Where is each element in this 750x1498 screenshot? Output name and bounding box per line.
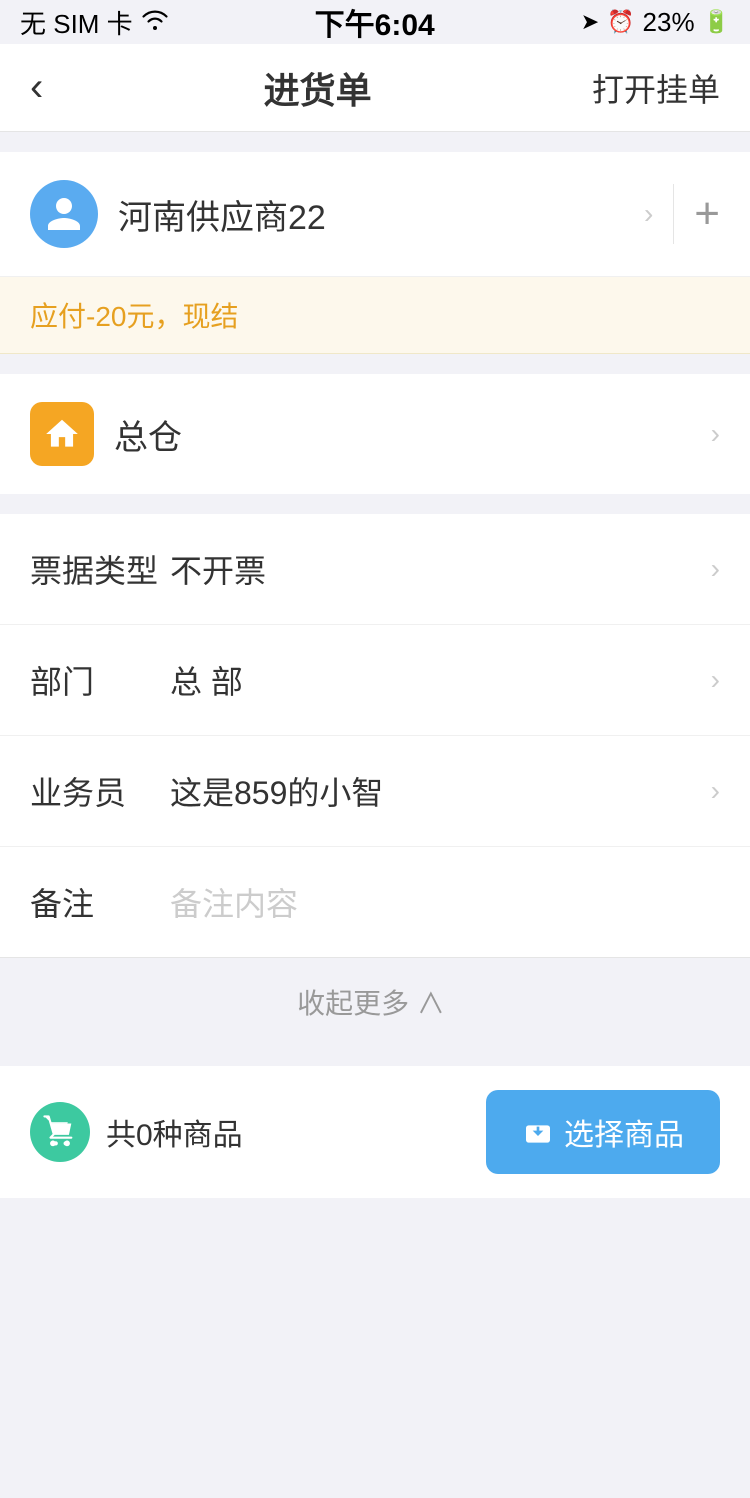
department-row[interactable]: 部门 总 部 › [0, 625, 750, 736]
salesman-label: 业务员 [30, 768, 170, 814]
warehouse-row[interactable]: 总仓 › [0, 374, 750, 494]
status-indicators: ➤ ⏰ 23% 🔋 [581, 7, 730, 38]
invoice-type-row[interactable]: 票据类型 不开票 › [0, 514, 750, 625]
salesman-row[interactable]: 业务员 这是859的小智 › [0, 736, 750, 847]
carrier-text: 无 SIM 卡 [20, 4, 133, 41]
department-label: 部门 [30, 657, 170, 703]
shopping-cart-icon [43, 1115, 77, 1149]
gap-1 [0, 354, 750, 374]
supplier-divider [673, 184, 674, 244]
wifi-icon [141, 8, 169, 37]
supplier-right-actions: › + [644, 184, 720, 244]
select-product-icon [522, 1116, 554, 1148]
collapse-text: 收起更多 ∧ [297, 982, 445, 1022]
notice-banner: 应付-20元，现结 [0, 277, 750, 354]
person-icon [44, 194, 84, 234]
warehouse-icon [43, 415, 81, 453]
warehouse-name: 总仓 [114, 410, 711, 459]
add-supplier-button[interactable]: + [694, 189, 720, 239]
remark-row[interactable]: 备注 备注内容 [0, 847, 750, 957]
bottom-bar: 共0种商品 选择商品 [0, 1066, 750, 1198]
supplier-avatar [30, 180, 98, 248]
status-time: 下午6:04 [315, 0, 435, 44]
invoice-type-label: 票据类型 [30, 546, 170, 592]
department-chevron-icon: › [711, 664, 720, 696]
page-title: 进货单 [264, 62, 372, 114]
warehouse-chevron-icon: › [711, 418, 720, 450]
product-count-label: 共0种商品 [106, 1110, 243, 1154]
supplier-name: 河南供应商22 [118, 190, 644, 239]
department-value: 总 部 [170, 657, 711, 703]
salesman-value: 这是859的小智 [170, 768, 711, 814]
form-section: 票据类型 不开票 › 部门 总 部 › 业务员 这是859的小智 › 备注 备注… [0, 514, 750, 957]
status-carrier: 无 SIM 卡 [20, 4, 169, 41]
product-count-icon-container [30, 1102, 90, 1162]
back-button[interactable]: ‹ [30, 65, 43, 110]
select-product-label: 选择商品 [564, 1110, 684, 1154]
invoice-type-chevron-icon: › [711, 553, 720, 585]
select-product-button[interactable]: 选择商品 [486, 1090, 720, 1174]
invoice-type-value: 不开票 [170, 546, 711, 592]
warehouse-icon-container [30, 402, 94, 466]
product-count-group: 共0种商品 [30, 1102, 243, 1162]
open-pending-button[interactable]: 打开挂单 [592, 65, 720, 111]
alarm-icon: ⏰ [607, 9, 634, 35]
supplier-row[interactable]: 河南供应商22 › + [0, 152, 750, 277]
remark-placeholder[interactable]: 备注内容 [170, 879, 720, 925]
salesman-chevron-icon: › [711, 775, 720, 807]
top-divider [0, 132, 750, 152]
notice-text: 应付-20元，现结 [30, 301, 238, 332]
collapse-row[interactable]: 收起更多 ∧ [0, 957, 750, 1046]
page-background [0, 1198, 750, 1498]
supplier-chevron-icon: › [644, 198, 653, 230]
location-icon: ➤ [581, 9, 599, 35]
supplier-card: 河南供应商22 › + 应付-20元，现结 [0, 152, 750, 354]
status-bar: 无 SIM 卡 下午6:04 ➤ ⏰ 23% 🔋 [0, 0, 750, 44]
battery-text: 23% [643, 7, 695, 38]
remark-label: 备注 [30, 879, 170, 925]
battery-icon: 🔋 [703, 9, 730, 35]
nav-bar: ‹ 进货单 打开挂单 [0, 44, 750, 132]
